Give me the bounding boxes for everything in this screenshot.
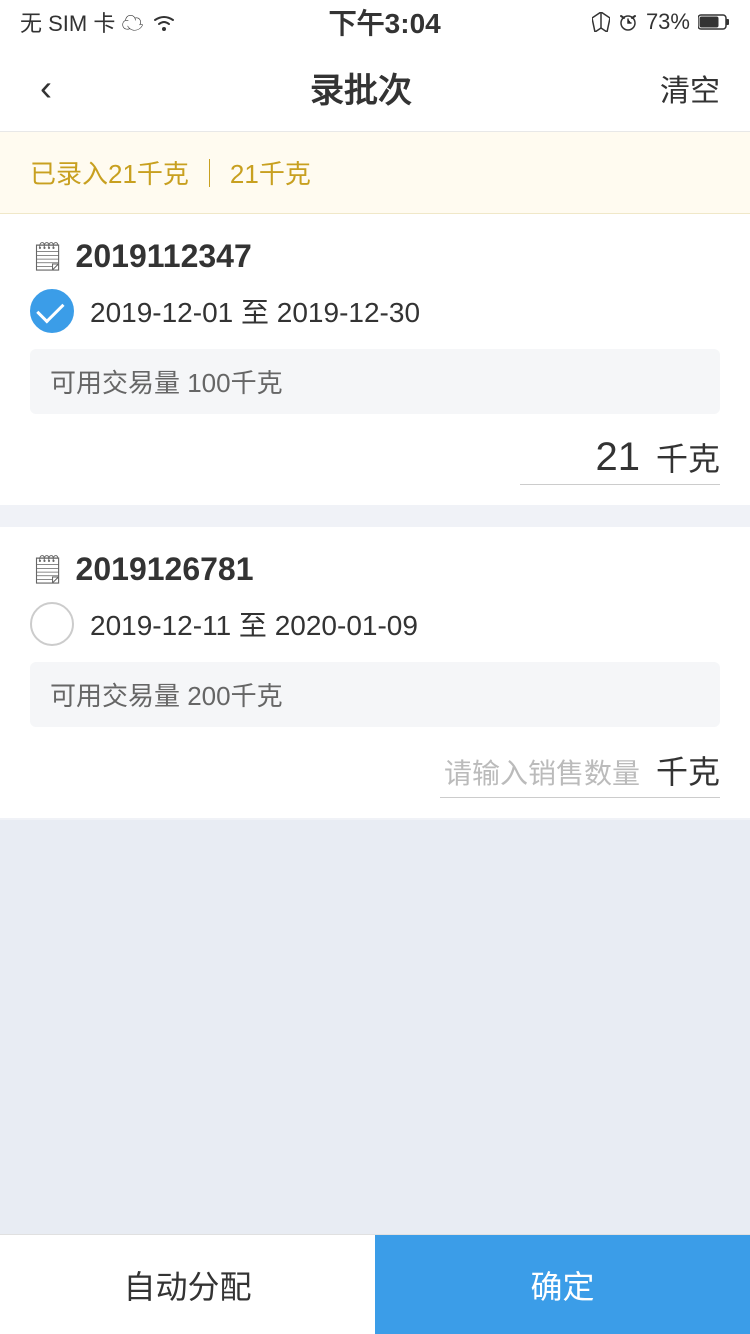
section-separator-1 — [0, 507, 750, 527]
batch1-underline — [520, 484, 720, 485]
wifi-icon — [151, 12, 177, 32]
batch1-qty-display: 21 千克 — [595, 434, 720, 480]
summary-value: 21千克 — [230, 154, 311, 191]
batch2-avail: 可用交易量 200千克 — [30, 662, 720, 727]
batch1-card: 🗒 2019112347 2019-12-01 至 2019-12-30 可用交… — [0, 214, 750, 505]
summary-banner: 已录入21千克 21千克 — [0, 132, 750, 214]
summary-divider — [209, 159, 210, 187]
batch1-date: 2019-12-01 至 2019-12-30 — [90, 291, 420, 331]
batch2-card: 🗒 2019126781 2019-12-11 至 2020-01-09 可用交… — [0, 527, 750, 818]
sim-label: 无 SIM 卡 ☁ — [20, 6, 143, 38]
confirm-button[interactable]: 确定 — [375, 1235, 750, 1334]
batch2-id: 2019126781 — [76, 551, 254, 588]
status-right: 73% — [592, 9, 730, 35]
batch1-avail: 可用交易量 100千克 — [30, 349, 720, 414]
batch2-input-row[interactable]: 请输入销售数量 千克 — [0, 727, 750, 818]
batch1-qty-unit: 千克 — [656, 434, 720, 480]
batch2-input-unit: 千克 — [656, 747, 720, 793]
batch2-icon: 🗒 — [30, 553, 66, 586]
bottom-bar: 自动分配 确定 — [0, 1234, 750, 1334]
batch1-icon: 🗒 — [30, 240, 66, 273]
location-icon — [592, 12, 610, 32]
status-bar: 无 SIM 卡 ☁ 下午3:04 73% — [0, 0, 750, 44]
clear-button[interactable]: 清空 — [660, 66, 720, 110]
status-left: 无 SIM 卡 ☁ — [20, 6, 177, 38]
auto-assign-button[interactable]: 自动分配 — [0, 1235, 375, 1334]
alarm-icon — [618, 12, 638, 32]
battery-icon — [698, 14, 730, 30]
batch2-date-row[interactable]: 2019-12-11 至 2020-01-09 — [30, 602, 720, 646]
batch1-radio[interactable] — [30, 289, 74, 333]
batch2-date: 2019-12-11 至 2020-01-09 — [90, 604, 418, 644]
batch2-underline — [440, 797, 720, 798]
back-button[interactable]: ‹ — [30, 57, 62, 119]
batch2-content: 🗒 2019126781 2019-12-11 至 2020-01-09 可用交… — [0, 527, 750, 727]
page-title: 录批次 — [310, 63, 412, 112]
status-time: 下午3:04 — [329, 2, 441, 42]
batch2-input-wrapper: 请输入销售数量 千克 — [440, 747, 720, 798]
batch2-header: 🗒 2019126781 — [30, 551, 720, 588]
batch1-quantity-row: 21 千克 — [0, 414, 750, 505]
batch1-content: 🗒 2019112347 2019-12-01 至 2019-12-30 可用交… — [0, 214, 750, 414]
batch1-qty-value: 21 — [595, 435, 640, 480]
batch2-input-placeholder[interactable]: 请输入销售数量 — [444, 752, 640, 792]
batch2-radio[interactable] — [30, 602, 74, 646]
batch1-date-row[interactable]: 2019-12-01 至 2019-12-30 — [30, 289, 720, 333]
batch1-header: 🗒 2019112347 — [30, 238, 720, 275]
summary-label: 已录入21千克 — [30, 154, 189, 191]
batch1-quantity-wrapper: 21 千克 — [520, 434, 720, 485]
batch2-input-display: 请输入销售数量 千克 — [444, 747, 720, 793]
battery-text: 73% — [646, 9, 690, 35]
nav-bar: ‹ 录批次 清空 — [0, 44, 750, 132]
batch1-id: 2019112347 — [76, 238, 252, 275]
